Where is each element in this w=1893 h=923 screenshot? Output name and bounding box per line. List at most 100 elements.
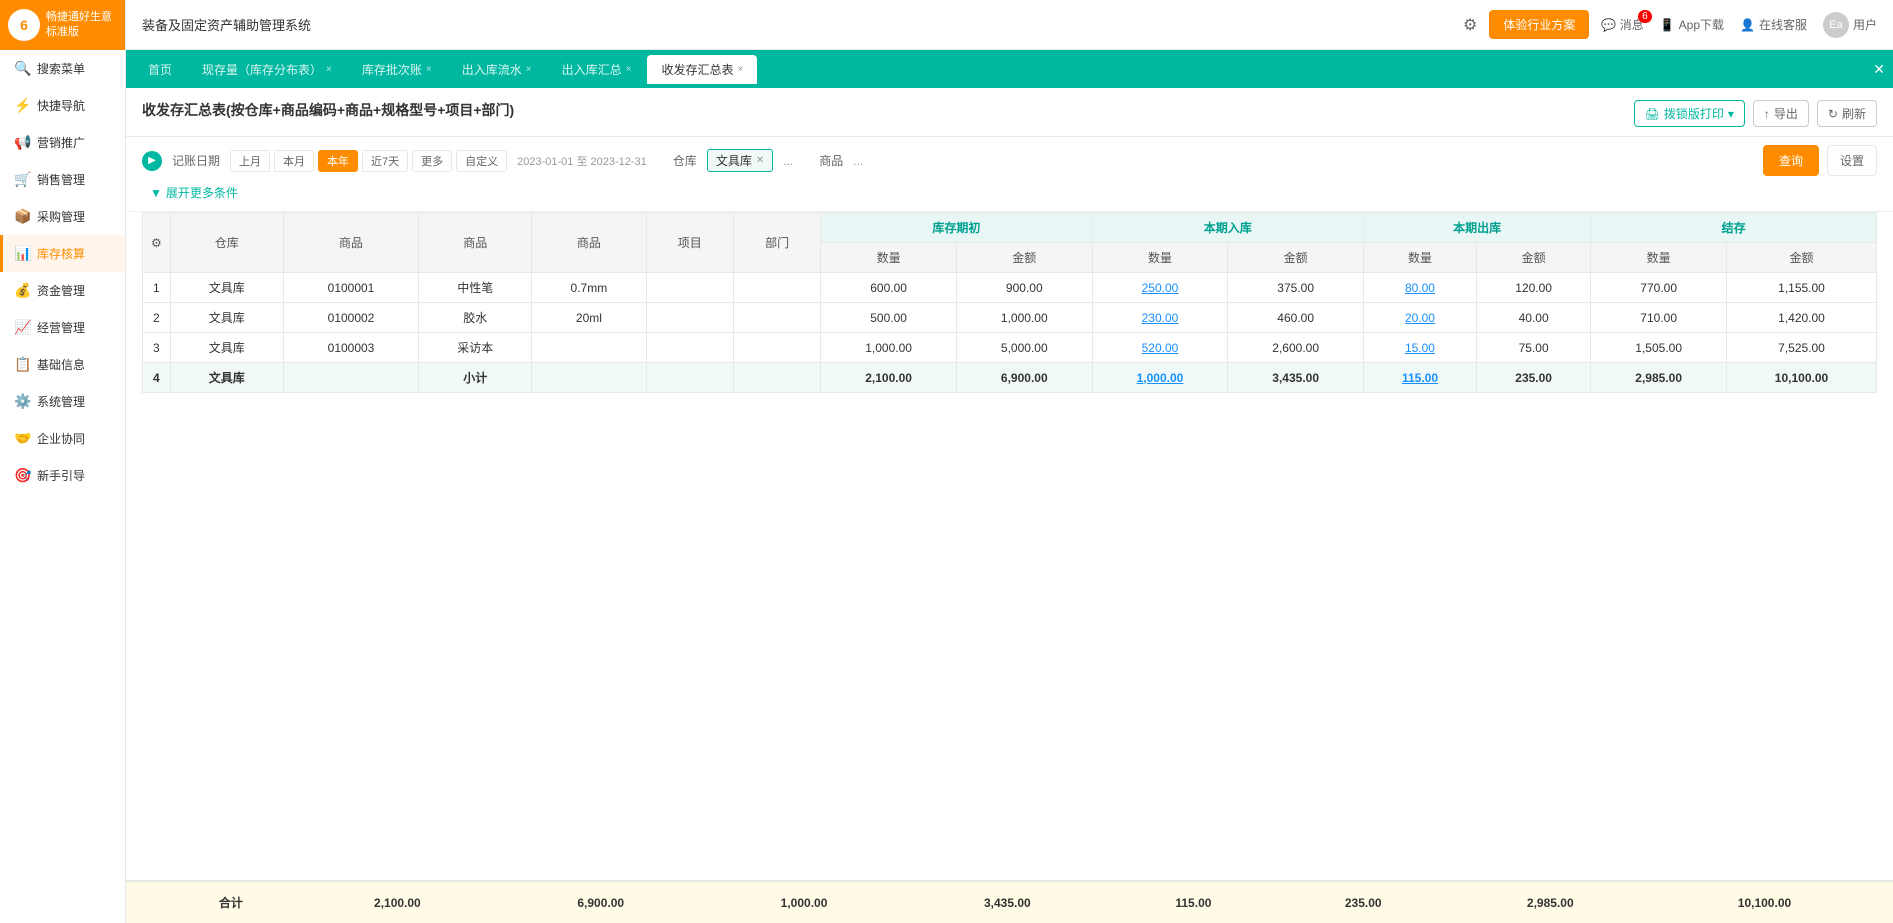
- settings-icon[interactable]: ⚙: [151, 236, 162, 250]
- row-out-qty-2[interactable]: 15.00: [1364, 333, 1477, 363]
- trial-button[interactable]: 体验行业方案: [1489, 10, 1589, 39]
- tab-label-5: 收发存汇总表: [661, 61, 733, 78]
- query-button[interactable]: 查询: [1763, 145, 1819, 176]
- row-open-amt-3: 6,900.00: [956, 363, 1092, 393]
- col-in-qty-header: 数量: [1092, 243, 1228, 273]
- refresh-icon: ↻: [1828, 107, 1838, 121]
- warehouse-tag[interactable]: 文具库 ✕: [707, 149, 773, 172]
- row-in-qty-0[interactable]: 250.00: [1092, 273, 1228, 303]
- row-out-amt-3: 235.00: [1476, 363, 1590, 393]
- btn-this-year[interactable]: 本年: [318, 150, 358, 172]
- sidebar-label-search: 搜索菜单: [37, 60, 85, 77]
- tab-1[interactable]: 现存量（库存分布表）×: [188, 55, 346, 84]
- row-bal-amt-1: 1,420.00: [1727, 303, 1877, 333]
- sidebar: 6 畅捷通好生意 标准版 🔍搜索菜单⚡快捷导航📢营销推广🛒销售管理📦采购管理📊库…: [0, 0, 126, 923]
- online-service-link[interactable]: 👤 在线客服: [1740, 16, 1807, 33]
- col-code-header: 商品: [283, 213, 419, 273]
- row-in-qty-1[interactable]: 230.00: [1092, 303, 1228, 333]
- col-out-qty-header: 数量: [1364, 243, 1477, 273]
- tab-0[interactable]: 首页: [134, 55, 186, 84]
- col-project-header: 项目: [646, 213, 733, 273]
- warehouse-tag-close[interactable]: ✕: [756, 155, 764, 166]
- footer-table: 合计 2,100.00 6,900.00 1,000.00 3,435.00 1…: [142, 888, 1877, 917]
- app-download-link[interactable]: 📱 App下载: [1660, 16, 1724, 33]
- tab-5[interactable]: 收发存汇总表 ×: [647, 55, 757, 84]
- col-settings-header[interactable]: ⚙: [143, 213, 171, 273]
- warehouse-more-dots[interactable]: ...: [783, 154, 793, 168]
- message-badge[interactable]: 💬 消息 6: [1601, 16, 1643, 33]
- sidebar-icon-operations: 📈: [15, 320, 31, 336]
- row-project-1: [646, 303, 733, 333]
- tab-close-5[interactable]: ×: [737, 64, 743, 75]
- sidebar-item-inventory[interactable]: 📊库存核算: [0, 235, 125, 272]
- tab-close-4[interactable]: ×: [626, 64, 632, 75]
- sidebar-item-newbie[interactable]: 🎯新手引导: [0, 457, 125, 494]
- row-code-1: 0100002: [283, 303, 419, 333]
- tab-3[interactable]: 出入库流水×: [448, 55, 546, 84]
- goods-more-dots[interactable]: ...: [853, 154, 863, 168]
- sidebar-item-enterprise[interactable]: 🤝企业协同: [0, 420, 125, 457]
- topbar-gear-icon[interactable]: ⚙: [1463, 15, 1477, 35]
- tabbar-close-icon[interactable]: ✕: [1873, 61, 1885, 78]
- col-out-amt-header: 金额: [1476, 243, 1590, 273]
- col-balance-group-header: 结存: [1591, 213, 1877, 243]
- message-icon: 💬: [1601, 18, 1616, 32]
- sidebar-item-system[interactable]: ⚙️系统管理: [0, 383, 125, 420]
- sidebar-item-finance[interactable]: 💰资金管理: [0, 272, 125, 309]
- footer-out-amt: 235.00: [1278, 888, 1449, 917]
- expand-filter-button[interactable]: ▼ 展开更多条件: [142, 182, 246, 203]
- tab-close-3[interactable]: ×: [526, 64, 532, 75]
- row-code-3: [283, 363, 419, 393]
- row-in-amt-0: 375.00: [1228, 273, 1364, 303]
- btn-recent7[interactable]: 近7天: [362, 150, 408, 172]
- user-menu[interactable]: Ea 用户: [1823, 12, 1877, 38]
- sidebar-item-search[interactable]: 🔍搜索菜单: [0, 50, 125, 87]
- sidebar-nav: 🔍搜索菜单⚡快捷导航📢营销推广🛒销售管理📦采购管理📊库存核算💰资金管理📈经营管理…: [0, 50, 125, 923]
- row-out-amt-1: 40.00: [1476, 303, 1590, 333]
- sidebar-item-operations[interactable]: 📈经营管理: [0, 309, 125, 346]
- tab-4[interactable]: 出入库汇总 ×: [548, 55, 646, 84]
- refresh-button[interactable]: ↻ 刷新: [1817, 100, 1877, 127]
- sidebar-icon-quicknav: ⚡: [15, 98, 31, 114]
- row-out-qty-0[interactable]: 80.00: [1364, 273, 1477, 303]
- tab-label-4: 出入库汇总: [562, 61, 622, 78]
- row-bal-qty-1: 710.00: [1591, 303, 1727, 333]
- btn-this-month[interactable]: 本月: [274, 150, 314, 172]
- table-row: 1 文具库 0100001 中性笔 0.7mm 600.00 900.00 25…: [143, 273, 1877, 303]
- row-no-3: 4: [143, 363, 171, 393]
- goods-filter-label: 商品: [819, 152, 843, 169]
- sidebar-item-purchase[interactable]: 📦采购管理: [0, 198, 125, 235]
- btn-more-dates[interactable]: 更多: [412, 150, 452, 172]
- tab-close-2[interactable]: ×: [426, 64, 432, 75]
- row-no-0: 1: [143, 273, 171, 303]
- sidebar-item-sales[interactable]: 🛒销售管理: [0, 161, 125, 198]
- sidebar-app-title: 畅捷通好生意 标准版: [46, 10, 112, 41]
- footer-total-row: 合计 2,100.00 6,900.00 1,000.00 3,435.00 1…: [126, 880, 1893, 923]
- col-opening-group-header: 库存期初: [821, 213, 1092, 243]
- row-out-qty-1[interactable]: 20.00: [1364, 303, 1477, 333]
- sidebar-item-quicknav[interactable]: ⚡快捷导航: [0, 87, 125, 124]
- sidebar-item-basic[interactable]: 📋基础信息: [0, 346, 125, 383]
- sidebar-item-marketing[interactable]: 📢营销推广: [0, 124, 125, 161]
- expand-icon: ▼: [150, 186, 162, 200]
- sidebar-label-marketing: 营销推广: [37, 134, 85, 151]
- print-button[interactable]: 🖨 拨锁版打印 ▾: [1634, 100, 1745, 127]
- row-in-amt-1: 460.00: [1228, 303, 1364, 333]
- row-out-amt-0: 120.00: [1476, 273, 1590, 303]
- row-dept-3: [733, 363, 820, 393]
- row-open-qty-3: 2,100.00: [821, 363, 957, 393]
- row-name-2: 采访本: [419, 333, 532, 363]
- row-name-0: 中性笔: [419, 273, 532, 303]
- tab-close-1[interactable]: ×: [326, 64, 332, 75]
- filter-row-1: ▶ 记账日期 上月 本月 本年 近7天 更多 自定义 2023-01-01 至 …: [142, 145, 1877, 176]
- row-warehouse-2: 文具库: [170, 333, 283, 363]
- row-bal-qty-2: 1,505.00: [1591, 333, 1727, 363]
- row-in-qty-2[interactable]: 520.00: [1092, 333, 1228, 363]
- settings-button[interactable]: 设置: [1827, 145, 1877, 176]
- filter-toggle-arrow[interactable]: ▶: [142, 151, 162, 171]
- export-button[interactable]: ↑ 导出: [1753, 100, 1809, 127]
- tab-2[interactable]: 库存批次账×: [348, 55, 446, 84]
- topbar: 装备及固定资产辅助管理系统 ⚙ 体验行业方案 💬 消息 6 📱 App下载 👤 …: [126, 0, 1893, 50]
- btn-last-month[interactable]: 上月: [230, 150, 270, 172]
- btn-custom-date[interactable]: 自定义: [456, 150, 507, 172]
